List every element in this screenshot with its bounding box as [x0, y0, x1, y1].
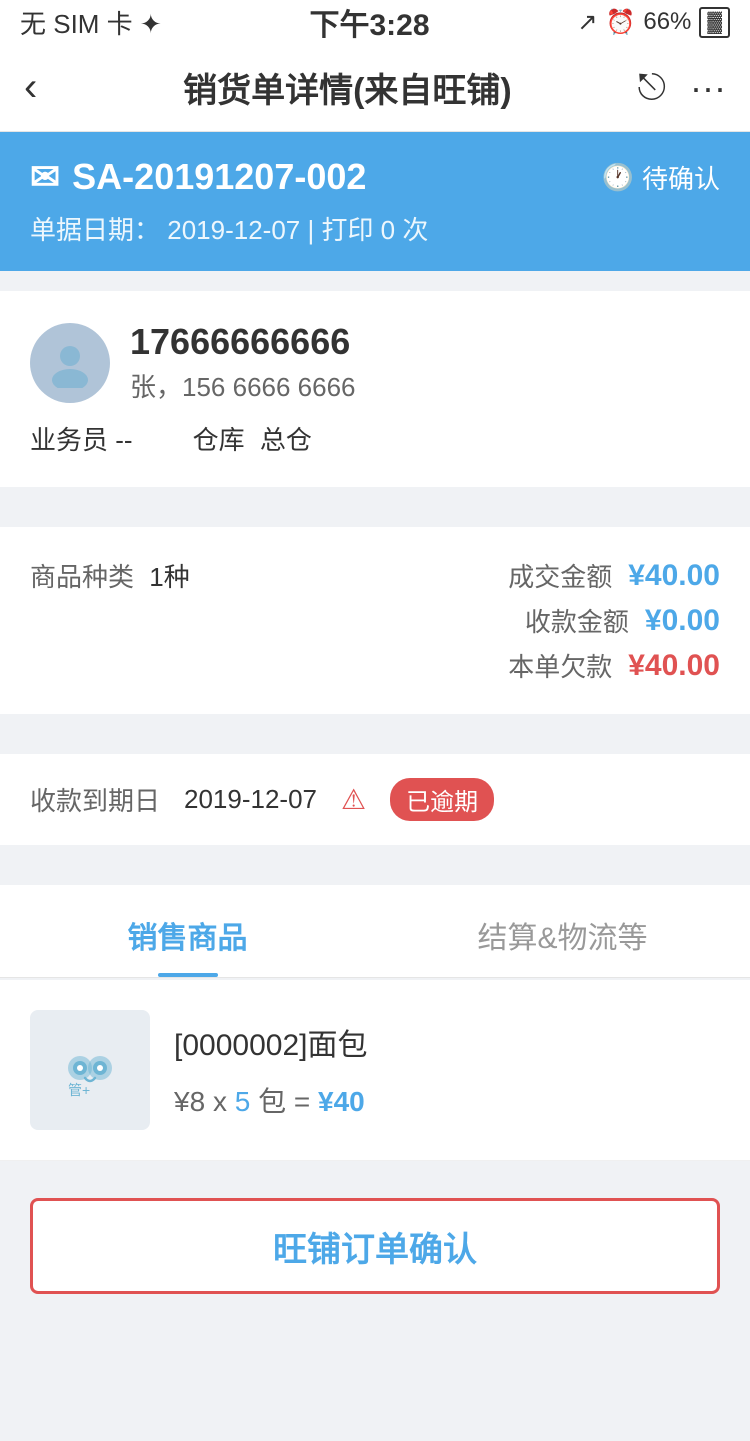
tab-settlement[interactable]: 结算&物流等 [375, 885, 750, 977]
transaction-amount: 成交金额 ¥40.00 [508, 557, 720, 594]
summary-left: 商品种类 1种 [30, 557, 190, 594]
due-date-card: 收款到期日 2019-12-07 ⚠ 已逾期 [0, 754, 750, 845]
tab-sales[interactable]: 销售商品 [0, 885, 375, 977]
page-title: 销货单详情(来自旺铺) [57, 63, 637, 112]
salesperson-field: 业务员 -- [30, 420, 133, 457]
outstanding-amount: 本单欠款 ¥40.00 [508, 647, 720, 684]
overdue-badge: 已逾期 [390, 778, 494, 821]
more-icon[interactable]: ··· [690, 67, 726, 109]
tabs: 销售商品 结算&物流等 [0, 885, 750, 978]
customer-avatar [30, 323, 110, 403]
divider-1 [0, 487, 750, 507]
svg-text:管+: 管+ [68, 1082, 90, 1098]
location-icon: ↗ [577, 8, 597, 37]
status-time: 下午3:28 [310, 0, 430, 44]
alarm-icon: ⏰ [605, 8, 635, 37]
status-left: 无 SIM 卡 ✦ [20, 4, 162, 41]
status-bar: 无 SIM 卡 ✦ 下午3:28 ↗ ⏰ 66% ▓ [0, 0, 750, 44]
customer-card: 17666666666 张，156 6666 6666 业务员 -- 仓库 总仓 [0, 291, 750, 487]
order-status: 🕐 待确认 [602, 159, 720, 196]
nav-actions: ⎋ ··· [638, 66, 726, 109]
back-button[interactable]: ‹ [24, 65, 37, 110]
product-name: [0000002]面包 [174, 1020, 720, 1064]
product-list: 管+ [0000002]面包 ¥8 x 5 包 = ¥40 [0, 980, 750, 1161]
confirm-button[interactable]: 旺铺订单确认 [30, 1198, 720, 1294]
battery-status: 66% [643, 8, 691, 36]
bottom-bar: 旺铺订单确认 [0, 1178, 750, 1334]
sim-status: 无 SIM 卡 ✦ [20, 4, 162, 41]
product-price: ¥8 x 5 包 = ¥40 [174, 1080, 720, 1120]
customer-name: 张，156 6666 6666 [130, 367, 356, 404]
warehouse-field: 仓库 总仓 [193, 420, 312, 457]
status-right: ↗ ⏰ 66% ▓ [577, 7, 730, 38]
summary-right: 成交金额 ¥40.00 收款金额 ¥0.00 本单欠款 ¥40.00 [508, 557, 720, 684]
share-icon[interactable]: ⎋ [638, 66, 666, 109]
order-icon: ✉ [30, 156, 60, 198]
order-date: 单据日期： 2019-12-07 | 打印 0 次 [30, 210, 720, 247]
order-header: ✉ SA-20191207-002 🕐 待确认 单据日期： 2019-12-07… [0, 132, 750, 271]
summary-card: 商品种类 1种 成交金额 ¥40.00 收款金额 ¥0.00 本单欠款 ¥40.… [0, 527, 750, 714]
product-image: 管+ [30, 1010, 150, 1130]
customer-phone: 17666666666 [130, 321, 356, 363]
warning-icon: ⚠ [341, 783, 366, 816]
payment-amount: 收款金额 ¥0.00 [525, 602, 720, 639]
battery-icon: ▓ [699, 7, 730, 38]
divider-3 [0, 845, 750, 865]
product-details: [0000002]面包 ¥8 x 5 包 = ¥40 [174, 1020, 720, 1120]
customer-meta: 业务员 -- 仓库 总仓 [30, 420, 720, 457]
due-date-value: 2019-12-07 [184, 784, 317, 815]
nav-bar: ‹ 销货单详情(来自旺铺) ⎋ ··· [0, 44, 750, 132]
clock-icon: 🕐 [602, 162, 634, 193]
due-date-label: 收款到期日 [30, 781, 160, 818]
divider-2 [0, 714, 750, 734]
product-type-row: 商品种类 1种 [30, 557, 190, 594]
product-item: 管+ [0000002]面包 ¥8 x 5 包 = ¥40 [0, 980, 750, 1161]
order-id: ✉ SA-20191207-002 [30, 156, 366, 198]
